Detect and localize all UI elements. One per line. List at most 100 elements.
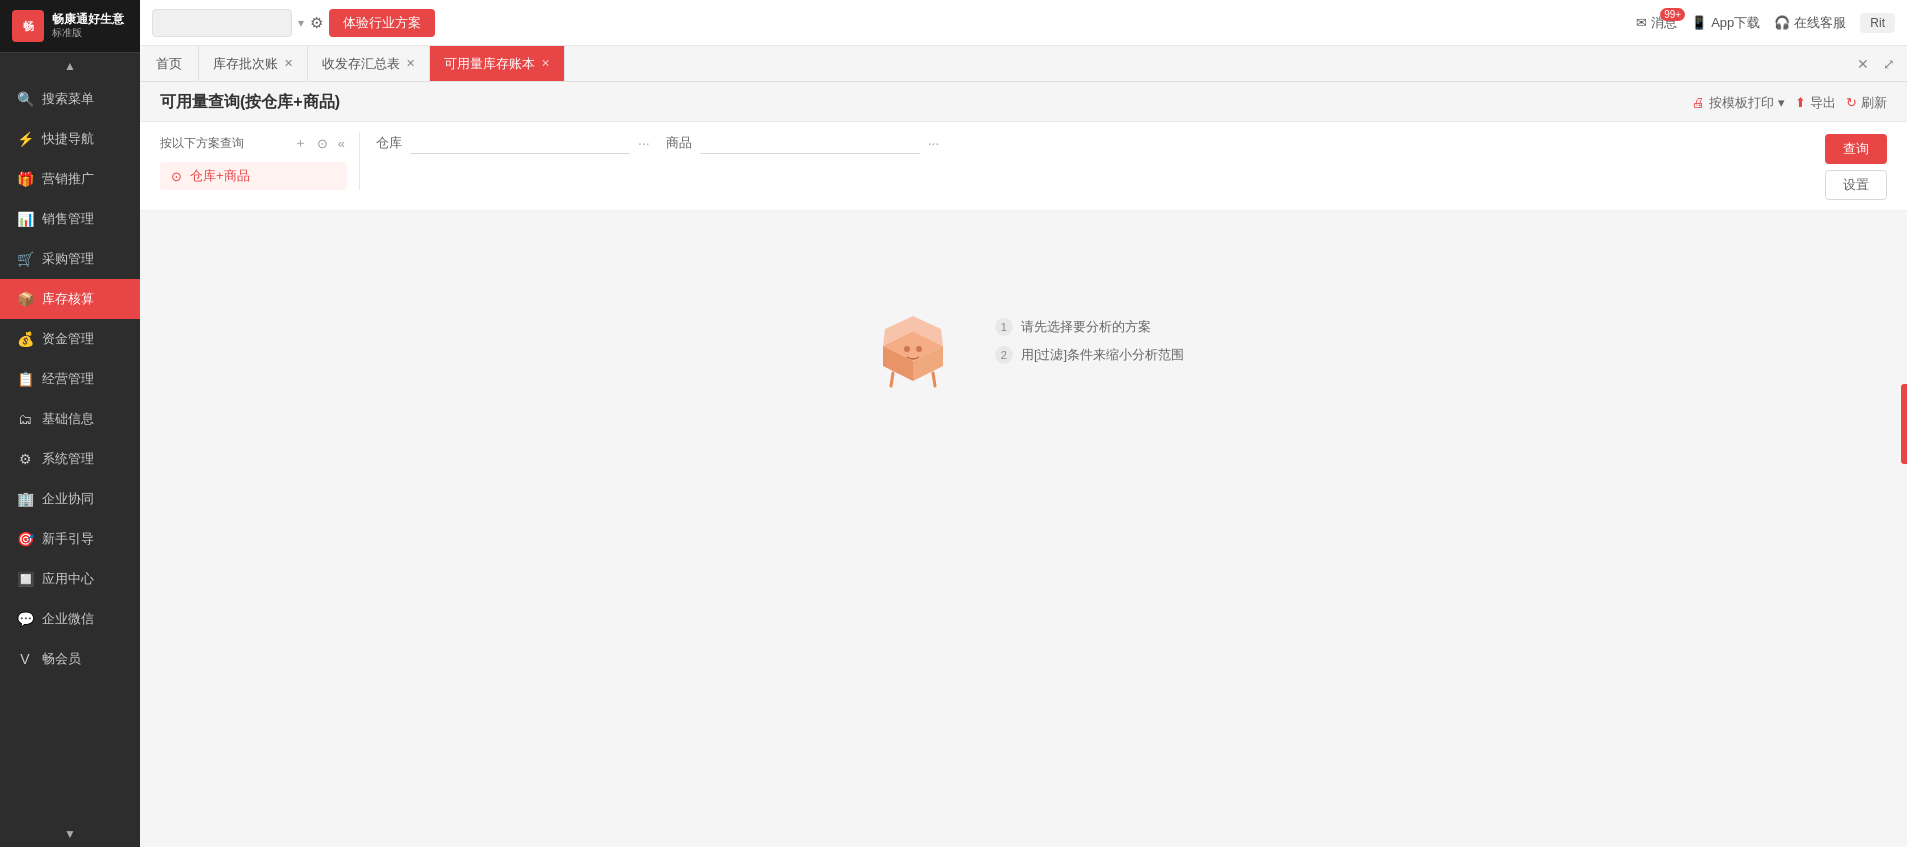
filter-scheme-panel: 按以下方案查询 ＋ ⊙ « ⊙ 仓库+商品 <box>160 132 360 190</box>
sidebar-label-enterprise_wechat: 企业微信 <box>42 610 94 628</box>
sidebar-icon-enterprise: 🏢 <box>16 490 34 508</box>
filter-settings-button[interactable]: 设置 <box>1825 170 1887 200</box>
sidebar-label-inventory: 库存核算 <box>42 290 94 308</box>
sidebar-label-onboarding: 新手引导 <box>42 530 94 548</box>
main-area: ▾ ⚙ 体验行业方案 ✉ 消息 99+ 📱 App下载 🎧 在线客服 Rit 首… <box>140 0 1907 847</box>
tab-available-ledger-close[interactable]: ✕ <box>541 57 550 70</box>
sidebar-label-search: 搜索菜单 <box>42 90 94 108</box>
top-header: ▾ ⚙ 体验行业方案 ✉ 消息 99+ 📱 App下载 🎧 在线客服 Rit <box>140 0 1907 46</box>
sidebar-item-sales_mgmt[interactable]: 📊 销售管理 <box>0 199 140 239</box>
filter-field-product: 商品 ··· <box>666 132 940 154</box>
tab-maximize-button[interactable]: ⤢ <box>1879 52 1899 76</box>
sidebar-item-app_center[interactable]: 🔲 应用中心 <box>0 559 140 599</box>
sidebar-item-membership[interactable]: V 畅会员 <box>0 639 140 679</box>
right-edge-indicator <box>1901 384 1907 464</box>
sidebar-item-onboarding[interactable]: 🎯 新手引导 <box>0 519 140 559</box>
filter-fields: 仓库 ··· 商品 ··· <box>360 132 1815 154</box>
tab-batch-ledger[interactable]: 库存批次账 ✕ <box>199 46 308 81</box>
empty-state: 1 请先选择要分析的方案 2 用[过滤]条件来缩小分析范围 <box>140 211 1907 471</box>
user-avatar[interactable]: Rit <box>1860 13 1895 33</box>
hint-number-1: 1 <box>995 318 1013 336</box>
sidebar-logo: 畅 <box>12 10 44 42</box>
tab-actions: ✕ ⤢ <box>1853 52 1907 76</box>
tabs-bar: 首页 库存批次账 ✕ 收发存汇总表 ✕ 可用量库存账本 ✕ ✕ ⤢ <box>140 46 1907 82</box>
sidebar-icon-operations: 📋 <box>16 370 34 388</box>
sidebar-item-marketing_promo[interactable]: 🎁 营销推广 <box>0 159 140 199</box>
header-right: ✉ 消息 99+ 📱 App下载 🎧 在线客服 Rit <box>1636 13 1895 33</box>
sidebar-icon-purchase_mgmt: 🛒 <box>16 250 34 268</box>
filter-product-input[interactable] <box>700 132 920 154</box>
collapse-scheme-button[interactable]: « <box>336 134 347 153</box>
print-dropdown-icon[interactable]: ▾ <box>1778 95 1785 110</box>
online-service-item[interactable]: 🎧 在线客服 <box>1774 14 1846 32</box>
tab-home[interactable]: 首页 <box>140 46 199 81</box>
tab-close-all-button[interactable]: ✕ <box>1853 52 1873 76</box>
add-scheme-button[interactable]: ＋ <box>292 132 309 154</box>
sidebar-header: 畅 畅康通好生意 标准版 <box>0 0 140 53</box>
refresh-action[interactable]: ↻ 刷新 <box>1846 94 1887 112</box>
sidebar-item-basic_info[interactable]: 🗂 基础信息 <box>0 399 140 439</box>
sidebar-label-basic_info: 基础信息 <box>42 410 94 428</box>
scheme-warehouse-product[interactable]: ⊙ 仓库+商品 <box>160 162 347 190</box>
page-content: 可用量查询(按仓库+商品) 🖨 按模板打印 ▾ ⬆ 导出 ↻ 刷新 <box>140 82 1907 847</box>
sidebar-item-shortcut[interactable]: ⚡ 快捷导航 <box>0 119 140 159</box>
settings-icon[interactable]: ⚙ <box>310 14 323 32</box>
sidebar-title-area: 畅康通好生意 标准版 <box>52 12 124 40</box>
hint-item-1: 1 请先选择要分析的方案 <box>995 318 1184 336</box>
sidebar-item-purchase_mgmt[interactable]: 🛒 采购管理 <box>0 239 140 279</box>
tab-receipt-summary-close[interactable]: ✕ <box>406 57 415 70</box>
header-search-input[interactable] <box>152 9 292 37</box>
sidebar-item-search[interactable]: 🔍 搜索菜单 <box>0 79 140 119</box>
scheme-warehouse-label: 仓库+商品 <box>190 167 250 185</box>
sidebar-label-purchase_mgmt: 采购管理 <box>42 250 94 268</box>
sidebar-item-enterprise_wechat[interactable]: 💬 企业微信 <box>0 599 140 639</box>
filter-product-label: 商品 <box>666 134 692 152</box>
empty-hints: 1 请先选择要分析的方案 2 用[过滤]条件来缩小分析范围 <box>995 318 1184 364</box>
filter-warehouse-input[interactable] <box>410 132 630 154</box>
sidebar-icon-marketing_promo: 🎁 <box>16 170 34 188</box>
sidebar-item-system[interactable]: ⚙ 系统管理 <box>0 439 140 479</box>
page-title-bar: 可用量查询(按仓库+商品) 🖨 按模板打印 ▾ ⬆ 导出 ↻ 刷新 <box>140 82 1907 122</box>
tab-available-ledger[interactable]: 可用量库存账本 ✕ <box>430 46 565 81</box>
app-download-item[interactable]: 📱 App下载 <box>1691 14 1760 32</box>
sidebar-label-sales_mgmt: 销售管理 <box>42 210 94 228</box>
sidebar-icon-sales_mgmt: 📊 <box>16 210 34 228</box>
sidebar-scroll-down[interactable]: ▼ <box>0 821 140 847</box>
sidebar-label-funds: 资金管理 <box>42 330 94 348</box>
headset-icon: 🎧 <box>1774 15 1790 30</box>
sidebar-icon-enterprise_wechat: 💬 <box>16 610 34 628</box>
sidebar-label-system: 系统管理 <box>42 450 94 468</box>
print-action[interactable]: 🖨 按模板打印 ▾ <box>1692 94 1785 112</box>
search-dropdown-icon[interactable]: ▾ <box>298 16 304 30</box>
sidebar-icon-app_center: 🔲 <box>16 570 34 588</box>
svg-line-7 <box>891 373 893 386</box>
sidebar-item-enterprise[interactable]: 🏢 企业协同 <box>0 479 140 519</box>
sidebar-icon-basic_info: 🗂 <box>16 410 34 428</box>
empty-illustration <box>863 291 963 391</box>
message-icon: ✉ <box>1636 15 1647 30</box>
export-label: 导出 <box>1810 94 1836 112</box>
header-left: ▾ ⚙ 体验行业方案 <box>152 9 1628 37</box>
warehouse-more-icon[interactable]: ··· <box>638 135 650 151</box>
action-buttons: 查询 设置 <box>1815 132 1887 200</box>
sidebar-item-operations[interactable]: 📋 经营管理 <box>0 359 140 399</box>
export-icon: ⬆ <box>1795 95 1806 110</box>
tab-receipt-summary-label: 收发存汇总表 <box>322 55 400 73</box>
sidebar-scroll-up[interactable]: ▲ <box>0 53 140 79</box>
sidebar-icon-system: ⚙ <box>16 450 34 468</box>
sidebar-item-inventory[interactable]: 📦 库存核算 <box>0 279 140 319</box>
message-item[interactable]: ✉ 消息 99+ <box>1636 14 1677 32</box>
export-action[interactable]: ⬆ 导出 <box>1795 94 1836 112</box>
trial-button[interactable]: 体验行业方案 <box>329 9 435 37</box>
tab-batch-ledger-close[interactable]: ✕ <box>284 57 293 70</box>
settings-scheme-button[interactable]: ⊙ <box>315 134 330 153</box>
query-button[interactable]: 查询 <box>1825 134 1887 164</box>
sidebar-app-subtitle: 标准版 <box>52 26 124 40</box>
page-title: 可用量查询(按仓库+商品) <box>160 92 340 113</box>
sidebar-item-funds[interactable]: 💰 资金管理 <box>0 319 140 359</box>
tab-receipt-summary[interactable]: 收发存汇总表 ✕ <box>308 46 430 81</box>
sidebar-label-marketing_promo: 营销推广 <box>42 170 94 188</box>
filter-area: 按以下方案查询 ＋ ⊙ « ⊙ 仓库+商品 仓库 ··· <box>140 122 1907 211</box>
svg-line-8 <box>933 373 935 386</box>
product-more-icon[interactable]: ··· <box>928 135 940 151</box>
